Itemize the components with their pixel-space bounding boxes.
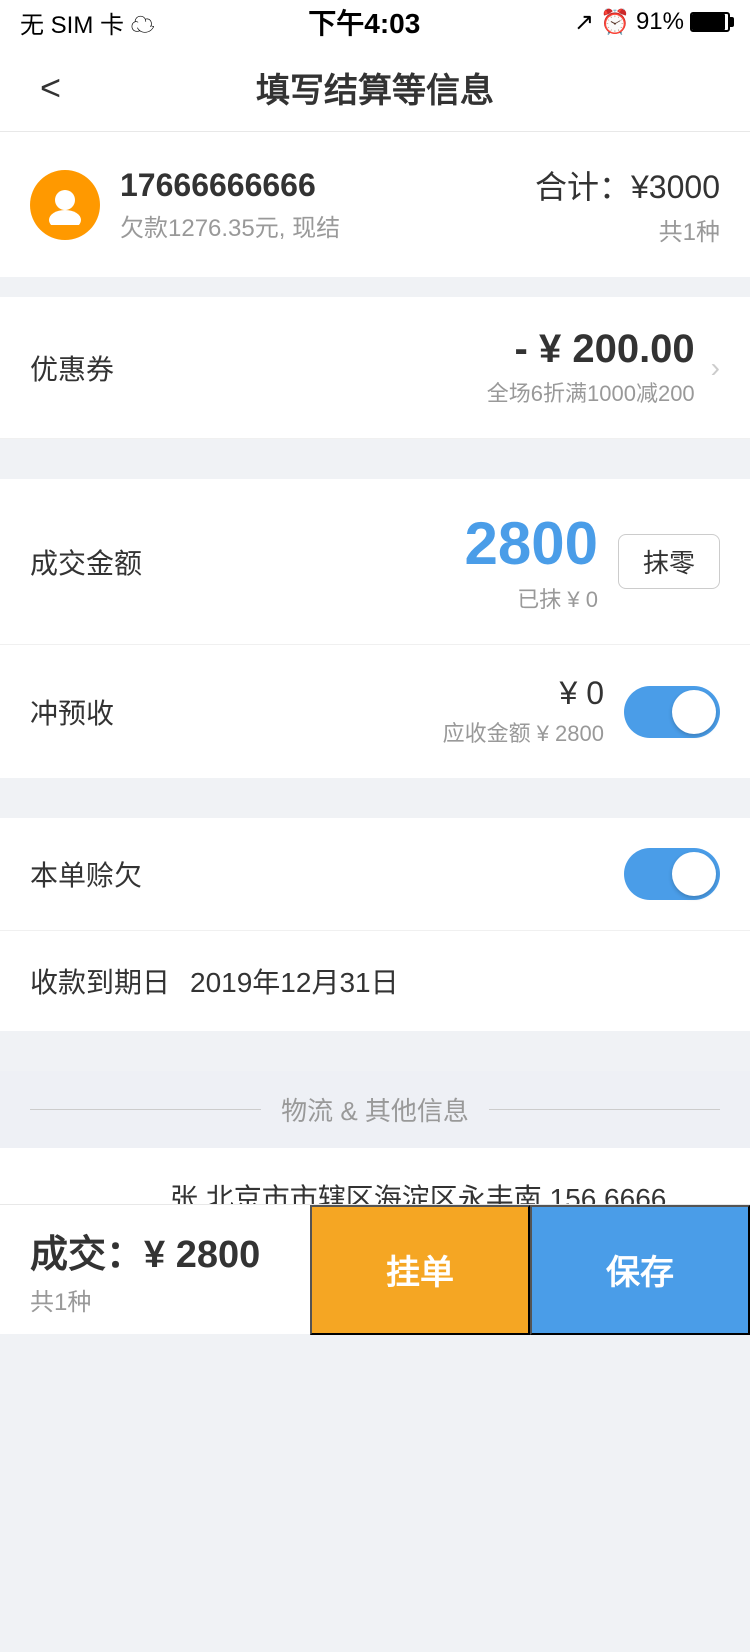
divider-line-left	[30, 1109, 261, 1110]
coupon-right: - ¥ 200.00 全场6折满1000减200 ›	[487, 327, 720, 408]
coupon-row[interactable]: 优惠券 - ¥ 200.00 全场6折满1000减200 ›	[0, 297, 750, 439]
deal-card: 成交金额 2800 已抹 ¥ 0 抹零 冲预收 ¥ 0 应收金额 ¥ 2800	[0, 479, 750, 778]
customer-details: 17666666666 欠款1276.35元, 现结	[120, 167, 340, 243]
logistics-divider: 物流 & 其他信息	[0, 1071, 750, 1148]
bottom-bar: 成交：¥ 2800 共1种 挂单 保存	[0, 1204, 750, 1334]
hang-button[interactable]: 挂单	[310, 1205, 530, 1335]
due-date-row: 收款到期日 2019年12月31日	[0, 930, 750, 1031]
main-content: 17666666666 欠款1276.35元, 现结 合计：¥3000 共1种 …	[0, 132, 750, 1652]
deal-number-col: 2800 已抹 ¥ 0	[465, 509, 598, 614]
separator-2	[0, 798, 750, 818]
prepaid-row: 冲预收 ¥ 0 应收金额 ¥ 2800	[0, 645, 750, 778]
bottom-deal-amount: ¥ 2800	[144, 1234, 260, 1276]
prepaid-right: ¥ 0 应收金额 ¥ 2800	[443, 675, 720, 748]
coupon-card: 优惠券 - ¥ 200.00 全场6折满1000减200 ›	[0, 297, 750, 439]
status-bar: 无 SIM 卡 ☁ 下午4:03 ↗ ⏰ 91%	[0, 0, 750, 44]
prepaid-toggle[interactable]	[624, 686, 720, 738]
logistics-label: 物流 & 其他信息	[281, 1091, 469, 1128]
back-button[interactable]: <	[30, 57, 71, 119]
bottom-deal-line: 成交：¥ 2800	[30, 1223, 280, 1278]
prepaid-amount: ¥ 0	[443, 675, 604, 712]
chevron-right-icon: ›	[711, 352, 720, 384]
total-amount: 合计：¥3000	[535, 162, 720, 208]
prepaid-sub: 应收金额 ¥ 2800	[443, 716, 604, 748]
deal-amount-value: 2800	[465, 509, 598, 578]
debt-toggle[interactable]	[624, 848, 720, 900]
battery-icon	[690, 12, 730, 32]
status-right: ↗ ⏰ 91%	[574, 8, 730, 37]
deal-amount-row: 成交金额 2800 已抹 ¥ 0 抹零	[0, 479, 750, 645]
due-label: 收款到期日	[30, 961, 170, 1001]
coupon-label: 优惠券	[30, 348, 114, 388]
coupon-amount: - ¥ 200.00	[487, 327, 695, 372]
due-value: 2019年12月31日	[190, 961, 399, 1001]
page-title: 填写结算等信息	[256, 63, 494, 112]
coupon-sub: 全场6折满1000减200	[487, 376, 695, 408]
debt-label: 本单赊欠	[30, 854, 142, 894]
customer-sub: 欠款1276.35元, 现结	[120, 208, 340, 243]
debt-card: 本单赊欠 收款到期日 2019年12月31日	[0, 818, 750, 1031]
divider-line-right	[489, 1109, 720, 1110]
alarm-icon: ⏰	[600, 8, 630, 37]
bottom-summary: 成交：¥ 2800 共1种	[0, 1223, 310, 1317]
bottom-count: 共1种	[30, 1282, 280, 1317]
battery-percent: 91%	[636, 8, 684, 36]
customer-phone: 17666666666	[120, 167, 340, 204]
separator-3	[0, 1051, 750, 1071]
customer-left: 17666666666 欠款1276.35元, 现结	[30, 167, 340, 243]
deal-sub: 已抹 ¥ 0	[465, 582, 598, 614]
deal-right: 2800 已抹 ¥ 0 抹零	[465, 509, 721, 614]
sim-label: 无 SIM 卡 ☁	[20, 5, 155, 40]
coupon-value-col: - ¥ 200.00 全场6折满1000减200	[487, 327, 695, 408]
status-time: 下午4:03	[308, 2, 420, 42]
customer-right: 合计：¥3000 共1种	[535, 162, 720, 247]
total-count: 共1种	[535, 212, 720, 247]
debt-row: 本单赊欠	[0, 818, 750, 930]
location-icon: ↗	[574, 8, 594, 37]
save-button[interactable]: 保存	[530, 1205, 750, 1335]
round-button[interactable]: 抹零	[618, 534, 720, 589]
separator-1	[0, 459, 750, 479]
status-left: 无 SIM 卡 ☁	[20, 5, 155, 40]
bottom-deal-prefix: 成交：	[30, 1234, 144, 1276]
prepaid-amounts: ¥ 0 应收金额 ¥ 2800	[443, 675, 604, 748]
prepaid-label: 冲预收	[30, 692, 114, 732]
avatar	[30, 170, 100, 240]
empty-area	[0, 1312, 750, 1512]
deal-label: 成交金额	[30, 542, 142, 582]
nav-bar: < 填写结算等信息	[0, 44, 750, 132]
customer-info-card: 17666666666 欠款1276.35元, 现结 合计：¥3000 共1种	[0, 132, 750, 277]
